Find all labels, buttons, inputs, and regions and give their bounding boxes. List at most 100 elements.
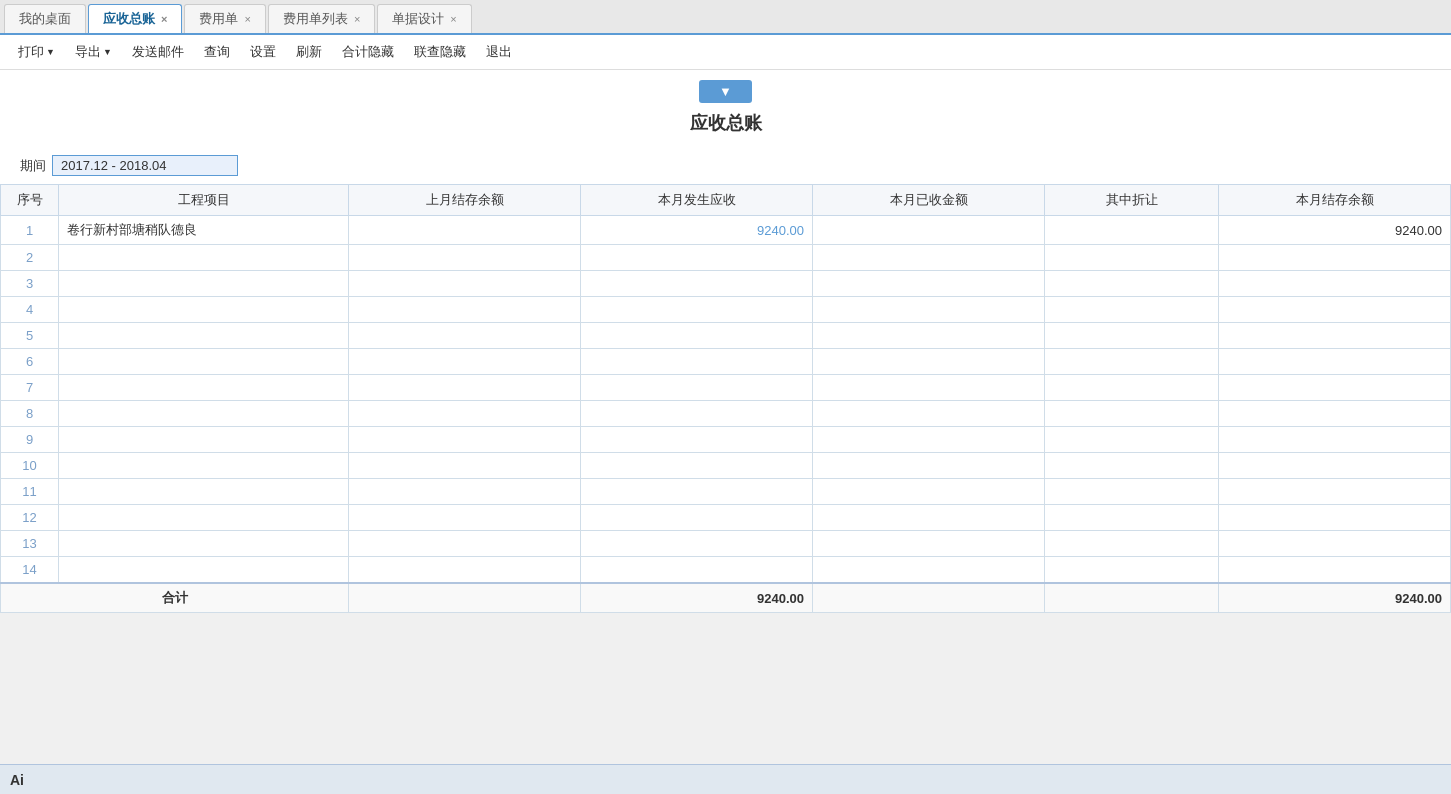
period-label: 期间: [20, 157, 46, 175]
tab-label-expense: 费用单: [199, 10, 238, 28]
table-row: 8: [1, 401, 1451, 427]
cell-this-month-received-8: [813, 427, 1045, 453]
cell-seq-4: 5: [1, 323, 59, 349]
cell-discount-12: [1045, 531, 1219, 557]
cell-balance-1: [1219, 245, 1451, 271]
cell-this-month-received-4: [813, 323, 1045, 349]
cell-last-balance-7: [349, 401, 581, 427]
tab-label-ar-ledger: 应收总账: [103, 10, 155, 28]
cell-this-month-received-0: [813, 216, 1045, 245]
send-email-button[interactable]: 发送邮件: [124, 40, 192, 64]
cell-discount-13: [1045, 557, 1219, 584]
subtotal-hide-button[interactable]: 合计隐藏: [334, 40, 402, 64]
cell-this-month-occur-1: [581, 245, 813, 271]
cell-project-13: [59, 557, 349, 584]
cell-seq-1: 2: [1, 245, 59, 271]
cell-seq-2: 3: [1, 271, 59, 297]
refresh-button[interactable]: 刷新: [288, 40, 330, 64]
col-header-last-balance: 上月结存余额: [349, 185, 581, 216]
period-row: 期间: [0, 151, 1451, 184]
cell-project-9: [59, 453, 349, 479]
header-dropdown-button[interactable]: ▼: [699, 80, 752, 103]
query-button[interactable]: 查询: [196, 40, 238, 64]
tab-close-expense[interactable]: ×: [244, 13, 250, 25]
cell-discount-11: [1045, 505, 1219, 531]
tab-close-ar-ledger[interactable]: ×: [161, 13, 167, 25]
cell-balance-5: [1219, 349, 1451, 375]
cell-this-month-occur-7: [581, 401, 813, 427]
cell-this-month-received-7: [813, 401, 1045, 427]
table-row: 14: [1, 557, 1451, 584]
cell-seq-0: 1: [1, 216, 59, 245]
cell-balance-3: [1219, 297, 1451, 323]
table-row: 13: [1, 531, 1451, 557]
cell-seq-7: 8: [1, 401, 59, 427]
cell-this-month-received-11: [813, 505, 1045, 531]
cell-discount-8: [1045, 427, 1219, 453]
cell-this-month-received-9: [813, 453, 1045, 479]
cell-last-balance-9: [349, 453, 581, 479]
cell-project-0: 卷行新村部塘稍队德良: [59, 216, 349, 245]
tab-expense-list[interactable]: 费用单列表×: [268, 4, 375, 33]
cell-discount-9: [1045, 453, 1219, 479]
exit-button[interactable]: 退出: [478, 40, 520, 64]
cell-seq-10: 11: [1, 479, 59, 505]
total-label: 合计: [1, 583, 349, 613]
export-dropdown-arrow[interactable]: ▼: [103, 47, 112, 57]
col-header-this-month-received: 本月已收金额: [813, 185, 1045, 216]
cell-seq-13: 14: [1, 557, 59, 584]
tab-doc-design[interactable]: 单据设计 ×: [377, 4, 471, 33]
tab-expense[interactable]: 费用单 ×: [184, 4, 265, 33]
cell-project-8: [59, 427, 349, 453]
table-row: 5: [1, 323, 1451, 349]
cell-this-month-occur-0: 9240.00: [581, 216, 813, 245]
cell-this-month-received-13: [813, 557, 1045, 584]
tab-desktop[interactable]: 我的桌面: [4, 4, 86, 33]
cell-project-2: [59, 271, 349, 297]
cell-this-month-received-6: [813, 375, 1045, 401]
cell-this-month-occur-8: [581, 427, 813, 453]
cell-balance-9: [1219, 453, 1451, 479]
export-button[interactable]: 导出 ▼: [67, 40, 120, 64]
tab-ar-ledger[interactable]: 应收总账 ×: [88, 4, 182, 33]
cell-this-month-received-5: [813, 349, 1045, 375]
print-button[interactable]: 打印 ▼: [10, 40, 63, 64]
tab-close-expense-list[interactable]: ×: [354, 13, 360, 25]
cell-balance-10: [1219, 479, 1451, 505]
cell-balance-12: [1219, 531, 1451, 557]
cell-discount-1: [1045, 245, 1219, 271]
cell-project-3: [59, 297, 349, 323]
cell-seq-12: 13: [1, 531, 59, 557]
cell-this-month-occur-13: [581, 557, 813, 584]
total-this-month-occur: 9240.00: [581, 583, 813, 613]
cell-this-month-occur-12: [581, 531, 813, 557]
cell-project-10: [59, 479, 349, 505]
cell-this-month-received-2: [813, 271, 1045, 297]
cell-last-balance-10: [349, 479, 581, 505]
cell-seq-3: 4: [1, 297, 59, 323]
cell-last-balance-6: [349, 375, 581, 401]
data-table: 序号 工程项目 上月结存余额 本月发生应收 本月已收金额 其中折让 本月结存余额…: [0, 184, 1451, 613]
cell-this-month-occur-9: [581, 453, 813, 479]
union-hide-button[interactable]: 联查隐藏: [406, 40, 474, 64]
cell-project-12: [59, 531, 349, 557]
table-row: 1卷行新村部塘稍队德良9240.009240.00: [1, 216, 1451, 245]
print-dropdown-arrow[interactable]: ▼: [46, 47, 55, 57]
period-input[interactable]: [52, 155, 238, 176]
cell-discount-7: [1045, 401, 1219, 427]
cell-this-month-received-12: [813, 531, 1045, 557]
cell-discount-5: [1045, 349, 1219, 375]
cell-last-balance-1: [349, 245, 581, 271]
cell-last-balance-4: [349, 323, 581, 349]
cell-discount-3: [1045, 297, 1219, 323]
cell-last-balance-11: [349, 505, 581, 531]
cell-discount-2: [1045, 271, 1219, 297]
table-row: 11: [1, 479, 1451, 505]
tab-close-doc-design[interactable]: ×: [450, 13, 456, 25]
header-area: ▼ 应收总账: [0, 70, 1451, 151]
tab-label-doc-design: 单据设计: [392, 10, 444, 28]
cell-last-balance-5: [349, 349, 581, 375]
settings-button[interactable]: 设置: [242, 40, 284, 64]
tab-label-desktop: 我的桌面: [19, 10, 71, 28]
cell-last-balance-8: [349, 427, 581, 453]
